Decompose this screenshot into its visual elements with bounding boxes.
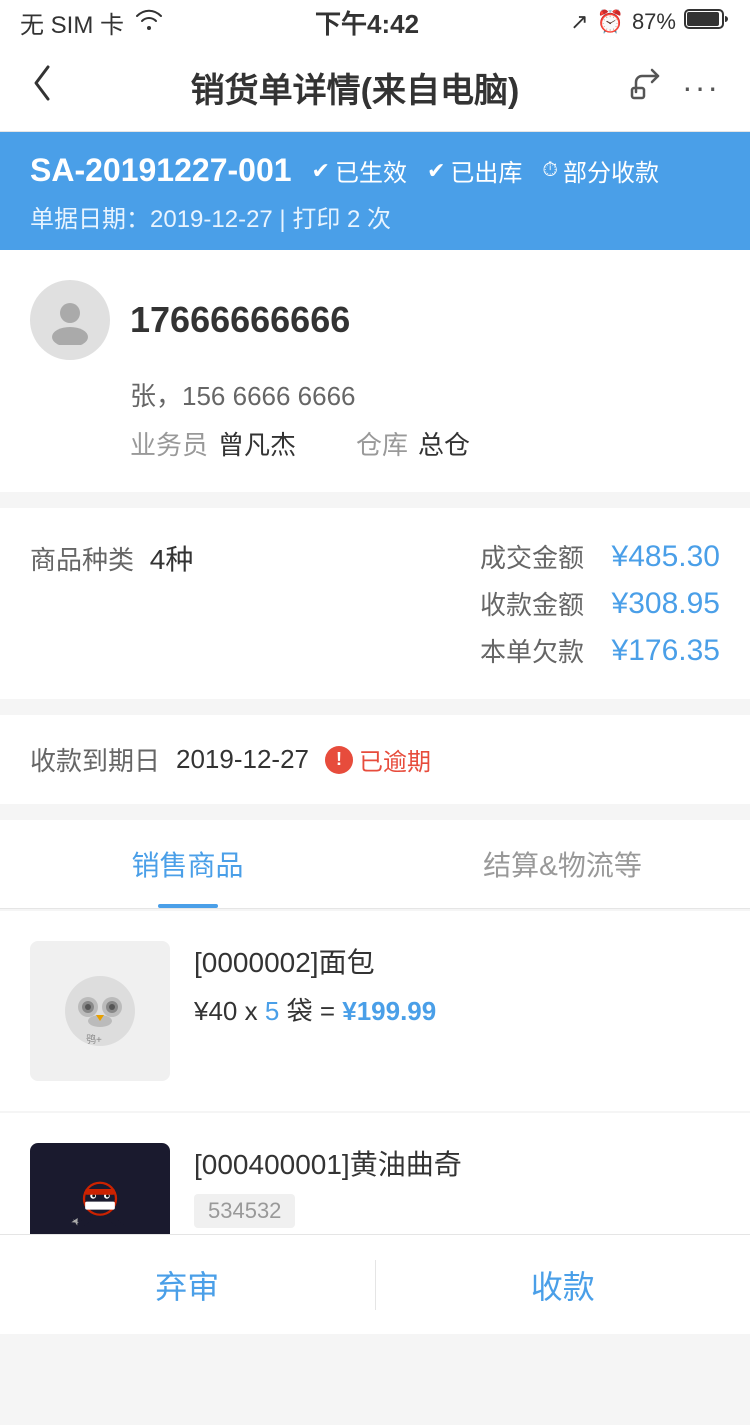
due-label: 收款到期日 — [30, 741, 160, 778]
status-left: 无 SIM 卡 — [20, 5, 164, 40]
cancel-audit-button[interactable]: 弃审 — [0, 1235, 375, 1334]
product-name-2: [000400001]黄油曲奇 — [194, 1143, 720, 1183]
customer-section: 17666666666 张，156 6666 6666 业务员 曾凡杰 仓库 总… — [0, 250, 750, 492]
product-code-2: [000400001] — [194, 1149, 350, 1180]
price-unit-label-1: 袋 — [287, 996, 313, 1026]
carrier-text: 无 SIM 卡 — [20, 5, 124, 40]
status-bar: 无 SIM 卡 下午4:42 ↗ ⏰ 87% — [0, 0, 750, 44]
tab-sales-label: 销售商品 — [131, 844, 243, 884]
product-kinds: 商品种类 4种 — [30, 538, 193, 578]
deal-label: 成交金额 — [480, 538, 584, 575]
salesperson-field: 业务员 曾凡杰 — [130, 425, 296, 462]
order-date-info: 单据日期：2019-12-27 | 打印 2 次 — [30, 199, 720, 234]
product-info-1: [0000002]面包 ¥40 x 5 袋 = ¥199.99 — [194, 941, 720, 1028]
payment-label: 收款金额 — [480, 585, 584, 622]
product-tabs: 销售商品 结算&物流等 — [0, 820, 750, 909]
tab-settlement[interactable]: 结算&物流等 — [375, 820, 750, 908]
bottom-action-bar: 弃审 收款 — [0, 1234, 750, 1334]
price-unit-1: ¥40 — [194, 996, 237, 1026]
product-name-1: [0000002]面包 — [194, 941, 720, 981]
product-price-1: ¥40 x 5 袋 = ¥199.99 — [194, 991, 720, 1028]
payment-button[interactable]: 收款 — [376, 1235, 750, 1334]
warehouse-label: 仓库 — [356, 425, 408, 462]
debt-label: 本单欠款 — [480, 632, 584, 669]
order-header-banner: SA-20191227-001 ✔ ✔ 已生效 已生效 ✔ 已出库 ⏱ 部分收款… — [0, 132, 750, 250]
overdue-text: 已逾期 — [359, 742, 431, 777]
product-name-text-1: 面包 — [319, 947, 375, 978]
due-date-value: 2019-12-27 — [176, 744, 309, 775]
price-qty-1: 5 — [265, 996, 279, 1026]
due-date-section: 收款到期日 2019-12-27 ! 已逾期 — [0, 715, 750, 804]
price-total-1: ¥199.99 — [342, 996, 436, 1026]
more-icon[interactable]: ··· — [682, 69, 720, 106]
battery-icon — [684, 7, 730, 37]
warehouse-field: 仓库 总仓 — [356, 425, 470, 462]
deal-amount: 成交金额 ¥485.30 — [480, 538, 720, 575]
salesperson-value: 曾凡杰 — [218, 425, 296, 462]
customer-phone: 17666666666 — [130, 299, 350, 341]
product-code-1: [0000002] — [194, 947, 319, 978]
debt-value: ¥176.35 — [600, 634, 720, 668]
wifi-icon — [134, 8, 164, 37]
kinds-value: 4种 — [150, 538, 194, 578]
svg-text:鸮+: 鸮+ — [86, 1033, 102, 1046]
financial-summary: 成交金额 ¥485.30 收款金额 ¥308.95 本单欠款 ¥176.35 — [480, 538, 720, 669]
tab-sales-products[interactable]: 销售商品 — [0, 820, 375, 908]
warehouse-value: 总仓 — [418, 425, 470, 462]
page-title: 销货单详情(来自电脑) — [90, 63, 620, 112]
back-button[interactable] — [30, 63, 90, 112]
overdue-badge: ! 已逾期 — [325, 742, 431, 777]
tab-settlement-label: 结算&物流等 — [483, 844, 642, 884]
status-badge-shipped: ✔ 已出库 — [427, 153, 522, 188]
nav-actions: ··· — [620, 68, 720, 108]
salesperson-label: 业务员 — [130, 425, 208, 462]
payment-amount: 收款金额 ¥308.95 — [480, 585, 720, 622]
status-badge-partial: ⏱ 部分收款 — [542, 153, 659, 188]
list-item: 鸮+ [0000002]面包 ¥40 x 5 袋 = ¥199.99 — [0, 911, 750, 1111]
kinds-label: 商品种类 — [30, 545, 134, 575]
status-badge-active: ✔ ✔ 已生效 已生效 — [312, 153, 407, 188]
avatar — [30, 280, 110, 360]
location-icon: ↗ — [570, 9, 588, 35]
customer-contact: 张，156 6666 6666 — [30, 376, 720, 413]
overdue-icon: ! — [325, 746, 353, 774]
deal-value: ¥485.30 — [600, 540, 720, 574]
order-id: SA-20191227-001 — [30, 152, 292, 189]
alarm-icon: ⏰ — [597, 9, 624, 35]
order-summary: 商品种类 4种 成交金额 ¥485.30 收款金额 ¥308.95 本单欠款 ¥… — [0, 508, 750, 699]
product-name-text-2: 黄油曲奇 — [350, 1149, 462, 1180]
payment-value: ¥308.95 — [600, 587, 720, 621]
status-right: ↗ ⏰ 87% — [570, 7, 730, 37]
customer-meta: 业务员 曾凡杰 仓库 总仓 — [30, 425, 720, 462]
time-display: 下午4:42 — [315, 4, 419, 41]
product-sku-2: 534532 — [194, 1194, 295, 1228]
nav-bar: 销货单详情(来自电脑) ··· — [0, 44, 750, 132]
share-icon[interactable] — [630, 68, 662, 108]
debt-amount: 本单欠款 ¥176.35 — [480, 632, 720, 669]
product-image-1: 鸮+ — [30, 941, 170, 1081]
battery-text: 87% — [632, 9, 676, 35]
